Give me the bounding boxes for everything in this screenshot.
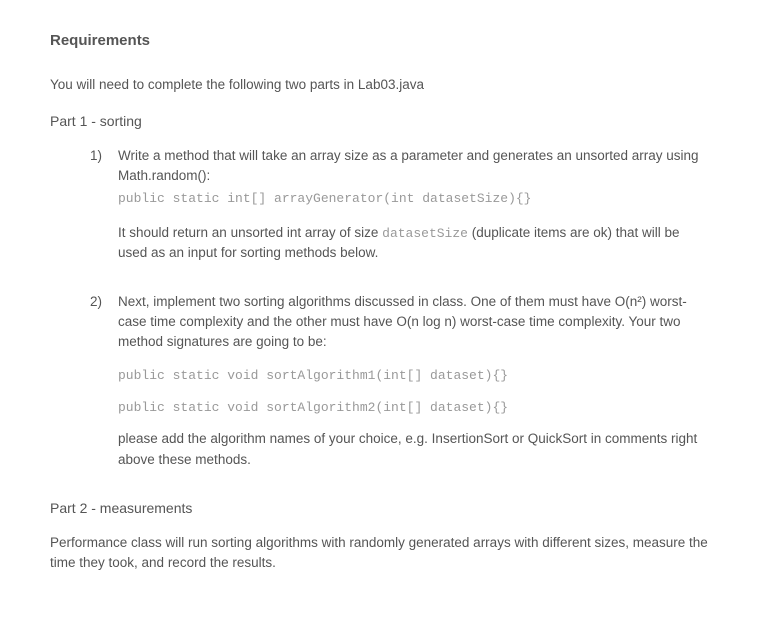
part1-title: Part 1 - sorting	[50, 111, 709, 132]
item-number: 1)	[90, 146, 102, 166]
item2-text1: Next, implement two sorting algorithms d…	[118, 292, 709, 353]
intro-text: You will need to complete the following …	[50, 75, 709, 95]
item2-text2: please add the algorithm names of your c…	[118, 429, 709, 470]
item1-text2a: It should return an unsorted int array o…	[118, 225, 382, 240]
item2-code2: public static void sortAlgorithm2(int[] …	[118, 398, 709, 418]
item1-code2: datasetSize	[382, 226, 468, 241]
list-item: 1) Write a method that will take an arra…	[90, 146, 709, 264]
item1-text1: Write a method that will take an array s…	[118, 146, 709, 187]
part2-title: Part 2 - measurements	[50, 498, 709, 519]
requirements-heading: Requirements	[50, 30, 709, 53]
part2-text: Performance class will run sorting algor…	[50, 533, 709, 574]
item1-code1: public static int[] arrayGenerator(int d…	[118, 189, 709, 209]
item1-text2: It should return an unsorted int array o…	[118, 223, 709, 264]
part1-list: 1) Write a method that will take an arra…	[50, 146, 709, 470]
item2-code1: public static void sortAlgorithm1(int[] …	[118, 366, 709, 386]
item-number: 2)	[90, 292, 102, 312]
list-item: 2) Next, implement two sorting algorithm…	[90, 292, 709, 470]
signatures-block: public static void sortAlgorithm1(int[] …	[118, 366, 709, 417]
